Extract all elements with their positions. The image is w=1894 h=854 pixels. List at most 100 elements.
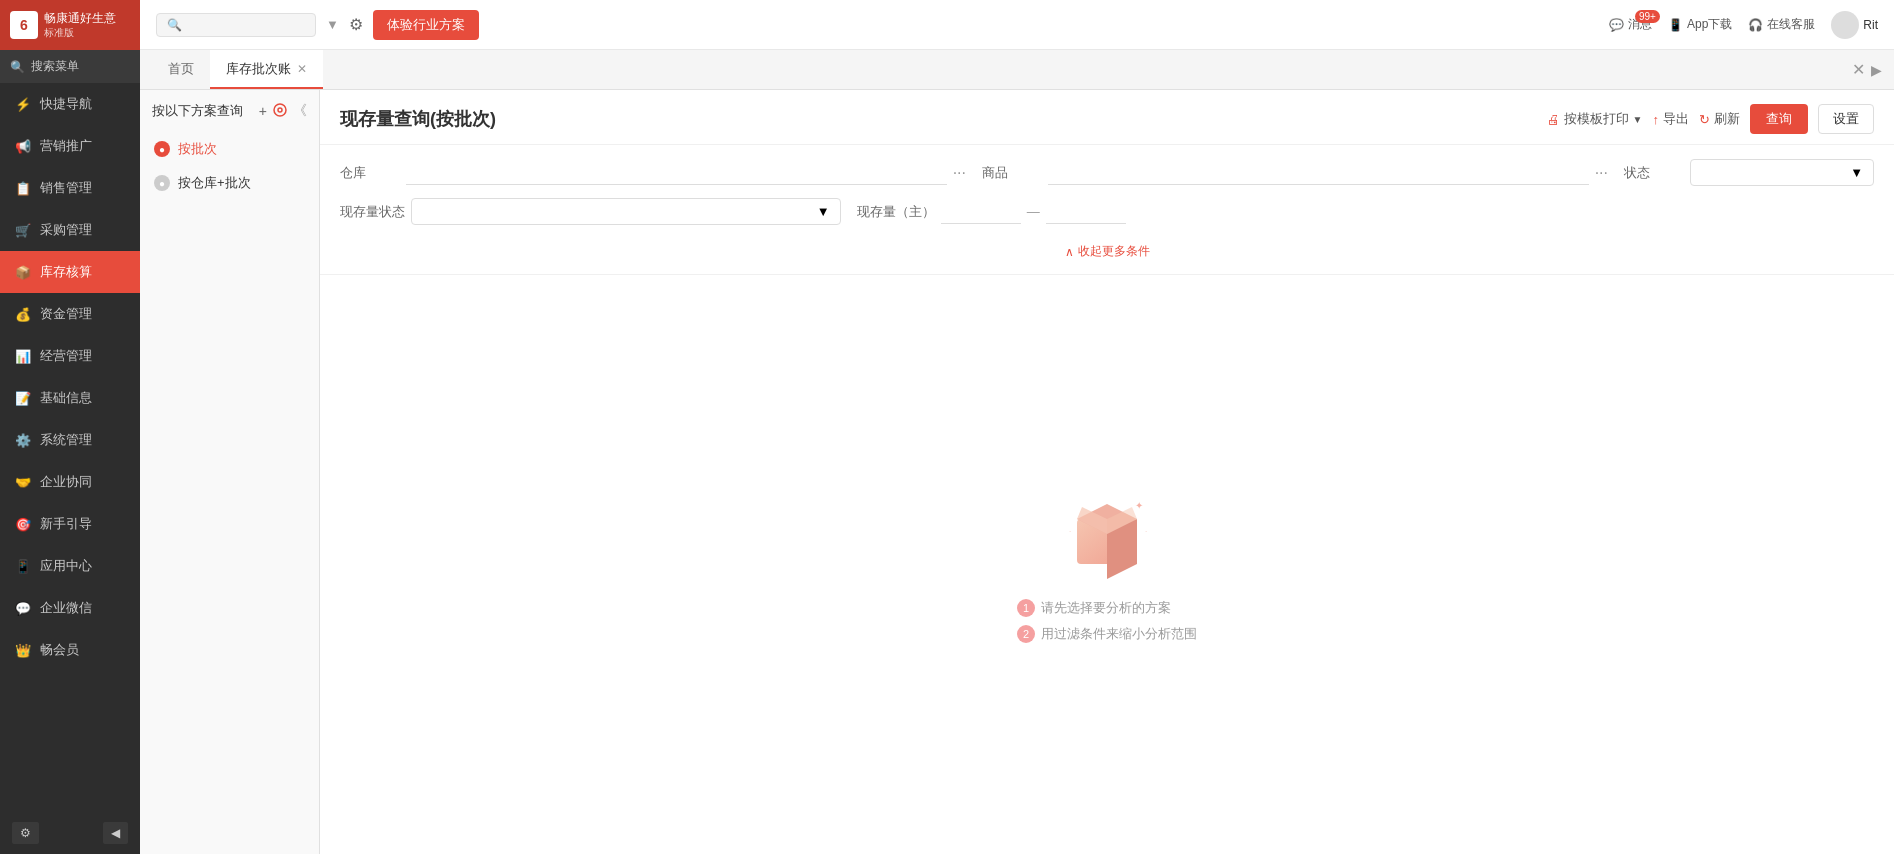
nav-label-enterprise: 企业协同 bbox=[40, 473, 92, 491]
close-panel-icon[interactable]: ✕ bbox=[1852, 60, 1865, 79]
plan-icon-warehouse-batch: ● bbox=[154, 175, 170, 191]
nav-icon-sales: 📋 bbox=[14, 179, 32, 197]
sidebar-item-app-center[interactable]: 📱 应用中心 bbox=[0, 545, 140, 587]
tab-label-1: 库存批次账 bbox=[226, 60, 291, 78]
plan-item-warehouse-batch[interactable]: ● 按仓库+批次 bbox=[140, 166, 319, 200]
nav-label-app-center: 应用中心 bbox=[40, 557, 92, 575]
headset-icon: 🎧 bbox=[1748, 18, 1763, 32]
sidebar-item-purchase[interactable]: 🛒 采购管理 bbox=[0, 209, 140, 251]
sidebar-item-finance[interactable]: 💰 资金管理 bbox=[0, 293, 140, 335]
plan-list: ● 按批次 ● 按仓库+批次 bbox=[140, 128, 319, 204]
add-plan-button[interactable]: + bbox=[259, 103, 267, 119]
tab-1[interactable]: 库存批次账 ✕ bbox=[210, 50, 323, 89]
settings-button[interactable]: ⚙ bbox=[12, 822, 39, 844]
sidebar-item-newbie[interactable]: 🎯 新手引导 bbox=[0, 503, 140, 545]
experience-button[interactable]: 体验行业方案 bbox=[373, 10, 479, 40]
online-support-button[interactable]: 🎧 在线客服 bbox=[1748, 16, 1815, 33]
user-avatar-button[interactable]: Rit bbox=[1831, 11, 1878, 39]
collapse-filters-button[interactable]: ∧ 收起更多条件 bbox=[340, 237, 1874, 260]
sidebar-search[interactable]: 🔍 搜索菜单 bbox=[0, 50, 140, 83]
product-label: 商品 bbox=[982, 164, 1042, 182]
page-title: 现存量查询(按批次) bbox=[340, 107, 496, 131]
query-button[interactable]: 查询 bbox=[1750, 104, 1808, 134]
export-button[interactable]: ↑ 导出 bbox=[1653, 110, 1690, 128]
nav-label-basic: 基础信息 bbox=[40, 389, 92, 407]
collapse-left-panel-button[interactable]: 《 bbox=[293, 102, 307, 120]
plan-icon-batch: ● bbox=[154, 141, 170, 157]
sidebar-item-system[interactable]: ⚙️ 系统管理 bbox=[0, 419, 140, 461]
right-panel: 现存量查询(按批次) 🖨 按模板打印 ▼ ↑ 导出 ↻ 刷新 bbox=[320, 90, 1894, 854]
tab-close-1[interactable]: ✕ bbox=[297, 62, 307, 76]
app-title: 畅康通好生意 标准版 bbox=[44, 11, 116, 40]
dropdown-chevron-icon: ▼ bbox=[1850, 165, 1863, 180]
tip-item-2: 2 用过滤条件来缩小分析范围 bbox=[1017, 625, 1197, 643]
nav-label-enterprise-wechat: 企业微信 bbox=[40, 599, 92, 617]
refresh-button[interactable]: ↻ 刷新 bbox=[1699, 110, 1740, 128]
status-dropdown[interactable]: ▼ bbox=[1690, 159, 1874, 186]
dropdown-chevron-icon: ▼ bbox=[817, 204, 830, 219]
filter-row-2: 现存量状态 ▼ 现存量（主） — bbox=[340, 198, 1874, 225]
nav-icon-finance: 💰 bbox=[14, 305, 32, 323]
sidebar-item-shortcut[interactable]: ⚡ 快捷导航 bbox=[0, 83, 140, 125]
print-template-button[interactable]: 🖨 按模板打印 ▼ bbox=[1547, 110, 1643, 128]
topbar-actions: 💬 消息 99+ 📱 App下载 🎧 在线客服 Rit bbox=[1609, 11, 1878, 39]
refresh-icon: ↻ bbox=[1699, 112, 1710, 127]
sidebar-item-marketing[interactable]: 📢 营销推广 bbox=[0, 125, 140, 167]
app-logo: 6 bbox=[10, 11, 38, 39]
warehouse-filter: 仓库 ··· bbox=[340, 161, 966, 185]
inventory-qty-min-input[interactable] bbox=[941, 200, 1021, 224]
sidebar-header: 6 畅康通好生意 标准版 bbox=[0, 0, 140, 50]
sidebar-item-inventory[interactable]: 📦 库存核算 bbox=[0, 251, 140, 293]
topbar-gear-icon[interactable]: ⚙ bbox=[349, 15, 363, 34]
app-download-button[interactable]: 📱 App下载 bbox=[1668, 16, 1732, 33]
svg-text:·: · bbox=[1145, 527, 1147, 536]
expand-icon[interactable]: ▶ bbox=[1871, 62, 1882, 78]
svg-text:·: · bbox=[1069, 527, 1071, 536]
nav-label-finance: 资金管理 bbox=[40, 305, 92, 323]
sidebar-item-operations[interactable]: 📊 经营管理 bbox=[0, 335, 140, 377]
collapse-sidebar-button[interactable]: ◀ bbox=[103, 822, 128, 844]
tab-0[interactable]: 首页 bbox=[152, 50, 210, 89]
nav-label-member: 畅会员 bbox=[40, 641, 79, 659]
nav-icon-enterprise: 🤝 bbox=[14, 473, 32, 491]
plan-item-batch[interactable]: ● 按批次 bbox=[140, 132, 319, 166]
search-icon: 🔍 bbox=[10, 60, 25, 74]
plan-settings-button[interactable] bbox=[273, 103, 287, 120]
sidebar-item-enterprise[interactable]: 🤝 企业协同 bbox=[0, 461, 140, 503]
topbar-search[interactable]: 🔍 bbox=[156, 13, 316, 37]
message-icon: 💬 bbox=[1609, 18, 1624, 32]
sidebar-item-enterprise-wechat[interactable]: 💬 企业微信 bbox=[0, 587, 140, 629]
nav-icon-shortcut: ⚡ bbox=[14, 95, 32, 113]
nav-icon-basic: 📝 bbox=[14, 389, 32, 407]
warehouse-more-icon[interactable]: ··· bbox=[953, 164, 966, 182]
plan-label-batch: 按批次 bbox=[178, 140, 217, 158]
sidebar-item-member[interactable]: 👑 畅会员 bbox=[0, 629, 140, 671]
messages-button[interactable]: 💬 消息 99+ bbox=[1609, 16, 1652, 33]
nav-label-operations: 经营管理 bbox=[40, 347, 92, 365]
page-header-actions: 🖨 按模板打印 ▼ ↑ 导出 ↻ 刷新 查询 设置 bbox=[1547, 104, 1874, 134]
sidebar: 6 畅康通好生意 标准版 🔍 搜索菜单 ⚡ 快捷导航 📢 营销推广 📋 销售管理… bbox=[0, 0, 140, 854]
nav-icon-enterprise-wechat: 💬 bbox=[14, 599, 32, 617]
sidebar-item-basic[interactable]: 📝 基础信息 bbox=[0, 377, 140, 419]
nav-label-shortcut: 快捷导航 bbox=[40, 95, 92, 113]
inventory-status-dropdown[interactable]: ▼ bbox=[411, 198, 841, 225]
filter-area: 仓库 ··· 商品 ··· 状态 ▼ bbox=[320, 145, 1894, 275]
settings-button[interactable]: 设置 bbox=[1818, 104, 1874, 134]
inventory-qty-max-input[interactable] bbox=[1046, 200, 1126, 224]
nav-label-inventory: 库存核算 bbox=[40, 263, 92, 281]
warehouse-input[interactable] bbox=[406, 161, 947, 185]
empty-illustration: ✦ · · bbox=[1057, 479, 1157, 579]
dropdown-icon[interactable]: ▼ bbox=[1633, 114, 1643, 125]
topbar-dropdown-icon[interactable]: ▼ bbox=[326, 17, 339, 32]
page-header: 现存量查询(按批次) 🖨 按模板打印 ▼ ↑ 导出 ↻ 刷新 bbox=[320, 90, 1894, 145]
main-area: 🔍 ▼ ⚙ 体验行业方案 💬 消息 99+ 📱 App下载 🎧 在线客服 R bbox=[140, 0, 1894, 854]
status-filter: 状态 ▼ bbox=[1624, 159, 1874, 186]
tip-item-1: 1 请先选择要分析的方案 bbox=[1017, 599, 1197, 617]
product-input[interactable] bbox=[1048, 161, 1589, 185]
nav-icon-marketing: 📢 bbox=[14, 137, 32, 155]
nav-icon-system: ⚙️ bbox=[14, 431, 32, 449]
warehouse-label: 仓库 bbox=[340, 164, 400, 182]
product-more-icon[interactable]: ··· bbox=[1595, 164, 1608, 182]
sidebar-item-sales[interactable]: 📋 销售管理 bbox=[0, 167, 140, 209]
svg-point-0 bbox=[274, 104, 286, 116]
